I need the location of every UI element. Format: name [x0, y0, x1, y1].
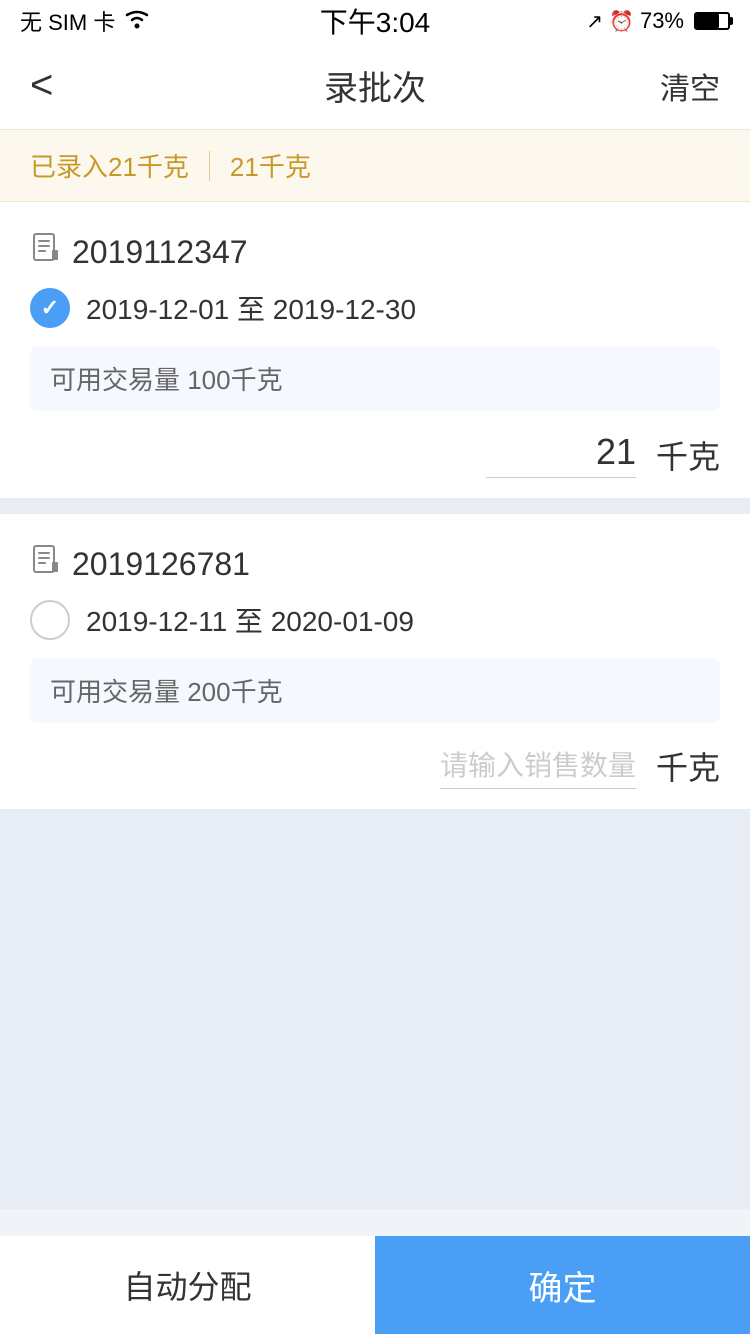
back-button[interactable]: < — [30, 63, 90, 108]
time-display: 下午3:04 — [320, 1, 431, 41]
section-gap-1 — [0, 498, 750, 514]
qty-unit-2: 千克 — [656, 743, 720, 789]
qty-unit-1: 千克 — [656, 432, 720, 478]
confirm-button[interactable]: 确定 — [375, 1236, 750, 1334]
batch-id-1: 2019112347 — [72, 234, 248, 271]
location-icon: ↗ — [586, 9, 603, 34]
avail-box-1: 可用交易量 100千克 — [30, 346, 720, 411]
batch-date-2: 2019-12-11 至 2020-01-09 — [86, 600, 414, 640]
battery-percentage: 73% — [640, 8, 684, 34]
status-right: ↗ ⏰ 73% — [586, 8, 730, 34]
recorded-amount: 已录入21千克 — [30, 147, 189, 184]
batch-doc-icon-1 — [30, 232, 62, 272]
qty-input-area-2: 请输入销售数量 千克 — [30, 743, 720, 789]
batch-header-1: 2019112347 — [30, 232, 720, 272]
info-divider — [209, 151, 210, 181]
battery-icon — [694, 12, 730, 30]
bottom-bar: 自动分配 确定 — [0, 1236, 750, 1334]
qty-value-1[interactable]: 21 — [596, 431, 636, 472]
total-amount: 21千克 — [230, 147, 311, 184]
batch-card-2: 2019126781 2019-12-11 至 2020-01-09 可用交易量… — [0, 514, 750, 723]
status-bar: 无 SIM 卡 下午3:04 ↗ ⏰ 73% — [0, 0, 750, 42]
batch-id-2: 2019126781 — [72, 546, 250, 583]
avail-box-2: 可用交易量 200千克 — [30, 658, 720, 723]
alarm-icon: ⏰ — [609, 9, 634, 34]
qty-underline-1: 21 — [486, 431, 636, 478]
clear-button[interactable]: 清空 — [660, 64, 720, 108]
auto-distribute-button[interactable]: 自动分配 — [0, 1236, 375, 1334]
qty-row-2: 请输入销售数量 千克 — [0, 723, 750, 809]
page-title: 录批次 — [324, 61, 426, 110]
nav-bar: < 录批次 清空 — [0, 42, 750, 130]
radio-btn-1[interactable] — [30, 288, 70, 328]
batch-date-1: 2019-12-01 至 2019-12-30 — [86, 288, 416, 328]
wifi-icon — [123, 7, 151, 35]
batch-card-1: 2019112347 2019-12-01 至 2019-12-30 可用交易量… — [0, 202, 750, 411]
batch-header-2: 2019126781 — [30, 544, 720, 584]
radio-btn-2[interactable] — [30, 600, 70, 640]
qty-row-1: 21 千克 — [0, 411, 750, 498]
info-banner: 已录入21千克 21千克 — [0, 130, 750, 202]
batch-row-2: 2019-12-11 至 2020-01-09 — [30, 600, 720, 640]
batch-row-1: 2019-12-01 至 2019-12-30 — [30, 288, 720, 328]
bottom-gray-area — [0, 809, 750, 1209]
carrier-text: 无 SIM 卡 — [20, 5, 115, 37]
batch-doc-icon-2 — [30, 544, 62, 584]
status-left: 无 SIM 卡 — [20, 5, 151, 37]
qty-underline-2: 请输入销售数量 — [440, 744, 636, 789]
qty-input-area-1: 21 千克 — [30, 431, 720, 478]
qty-placeholder-2[interactable]: 请输入销售数量 — [440, 750, 636, 781]
